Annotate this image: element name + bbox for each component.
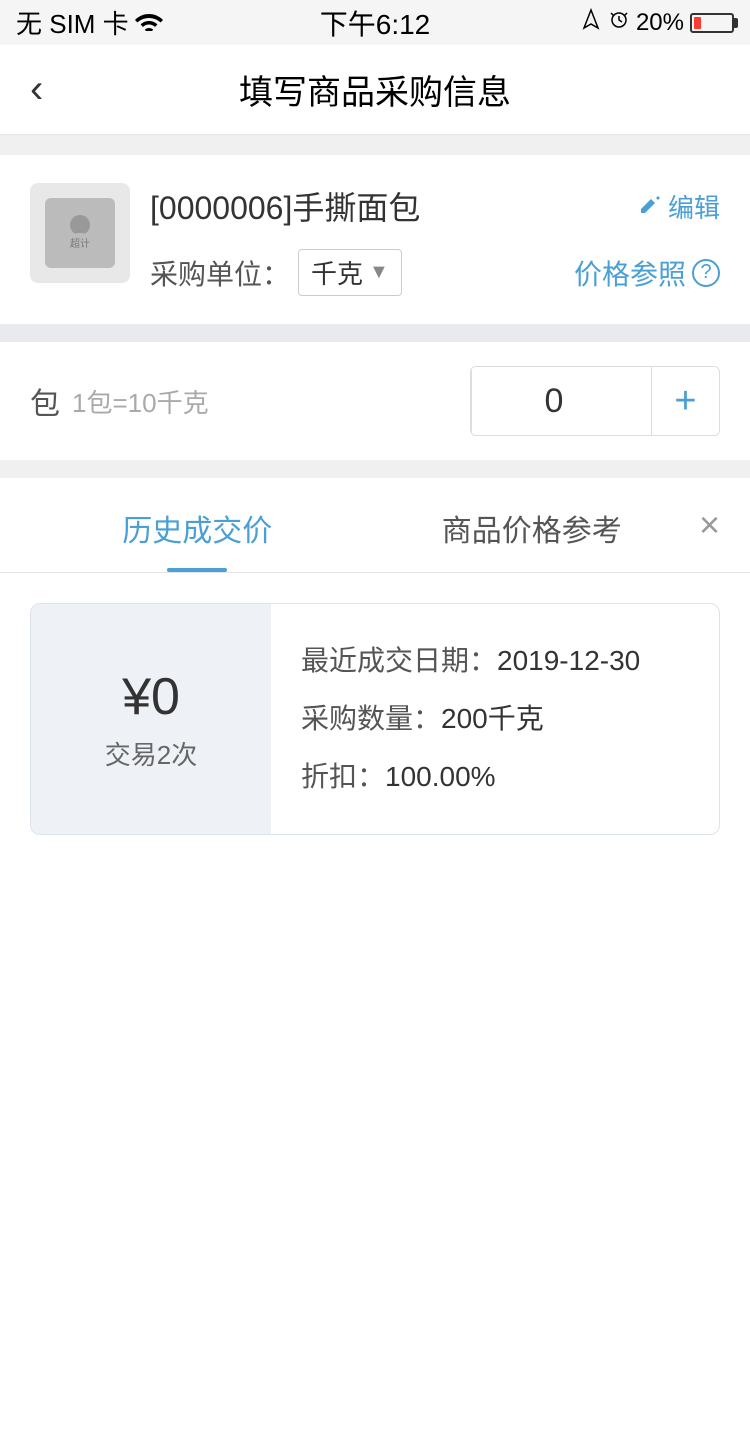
history-content: ¥0 交易2次 最近成交日期：2019-12-30 采购数量：200千克 折扣：…	[0, 573, 750, 865]
bottom-area	[0, 865, 750, 1445]
history-recent-date: 最近成交日期：2019-12-30	[301, 640, 689, 682]
history-trade-count: 交易2次	[105, 735, 197, 772]
status-bar-left: 无 SIM 卡	[16, 4, 163, 41]
edit-button[interactable]: 编辑	[638, 188, 720, 225]
price-amount: 0	[151, 668, 180, 726]
quantity-row: 包 1包=10千克 +	[0, 342, 750, 460]
unit-value: 千克	[311, 254, 363, 291]
tabs-header: 历史成交价 商品价格参考 ×	[0, 478, 750, 573]
battery-icon	[690, 13, 734, 33]
discount-label: 折扣：	[301, 761, 385, 792]
alarm-icon	[608, 8, 630, 37]
history-discount: 折扣：100.00%	[301, 756, 689, 798]
unit-label: 采购单位：	[150, 253, 290, 293]
status-bar-time: 下午6:12	[320, 3, 431, 43]
page-title: 填写商品采购信息	[239, 65, 511, 114]
gps-icon	[580, 8, 602, 37]
product-card: 超计 [0000006]手撕面包 编辑 采购单位： 千克 ▼ 价格参照 ?	[0, 155, 750, 324]
tab-reference-label: 商品价格参考	[442, 515, 622, 548]
history-purchase-qty: 采购数量：200千克	[301, 698, 689, 740]
history-price-section: ¥0 交易2次	[31, 604, 271, 834]
product-image: 超计	[30, 183, 130, 283]
edit-label: 编辑	[668, 188, 720, 225]
quantity-label: 包 1包=10千克	[30, 379, 209, 423]
product-info: [0000006]手撕面包 编辑 采购单位： 千克 ▼ 价格参照 ?	[150, 183, 720, 296]
tab-history-label: 历史成交价	[122, 515, 272, 548]
price-ref-label: 价格参照	[574, 253, 686, 293]
section-divider	[0, 324, 750, 342]
quantity-plus-button[interactable]: +	[651, 367, 719, 435]
tab-history-price[interactable]: 历史成交价	[30, 478, 364, 572]
status-bar-right: 20%	[580, 8, 734, 37]
svg-text:超计: 超计	[70, 237, 90, 250]
recent-date-value: 2019-12-30	[497, 645, 640, 676]
history-price-value: ¥0	[122, 667, 180, 727]
unit-conversion-hint: 1包=10千克	[72, 383, 209, 420]
wifi-icon	[135, 7, 163, 38]
unit-icon-label: 包	[30, 379, 60, 423]
discount-value: 100.00%	[385, 761, 496, 792]
history-details-section: 最近成交日期：2019-12-30 采购数量：200千克 折扣：100.00%	[271, 604, 719, 834]
quantity-input[interactable]	[471, 367, 651, 435]
price-symbol: ¥	[122, 668, 151, 726]
product-unit-row: 采购单位： 千克 ▼ 价格参照 ?	[150, 249, 720, 296]
recent-date-label: 最近成交日期：	[301, 645, 497, 676]
tab-close-button[interactable]: ×	[699, 484, 720, 566]
tabs-container: 历史成交价 商品价格参考 × ¥0 交易2次 最近成交日期：2019-12-30…	[0, 478, 750, 865]
product-thumbnail: 超计	[45, 198, 115, 268]
purchase-qty-label: 采购数量：	[301, 703, 441, 734]
status-bar: 无 SIM 卡 下午6:12 20%	[0, 0, 750, 45]
price-ref-button[interactable]: 价格参照 ?	[574, 253, 720, 293]
battery-percentage: 20%	[636, 9, 684, 37]
carrier-text: 无 SIM 卡	[16, 4, 129, 41]
purchase-qty-value: 200千克	[441, 703, 544, 734]
unit-selector[interactable]: 采购单位： 千克 ▼	[150, 249, 402, 296]
product-name: [0000006]手撕面包	[150, 183, 420, 229]
unit-dropdown[interactable]: 千克 ▼	[298, 249, 402, 296]
back-button[interactable]: ‹	[30, 67, 43, 112]
history-card: ¥0 交易2次 最近成交日期：2019-12-30 采购数量：200千克 折扣：…	[30, 603, 720, 835]
nav-bar: ‹ 填写商品采购信息	[0, 45, 750, 135]
product-header: [0000006]手撕面包 编辑	[150, 183, 720, 229]
price-ref-help-icon: ?	[692, 259, 720, 287]
dropdown-arrow-icon: ▼	[369, 261, 389, 284]
tab-price-reference[interactable]: 商品价格参考	[364, 478, 698, 572]
quantity-control: +	[470, 366, 720, 436]
